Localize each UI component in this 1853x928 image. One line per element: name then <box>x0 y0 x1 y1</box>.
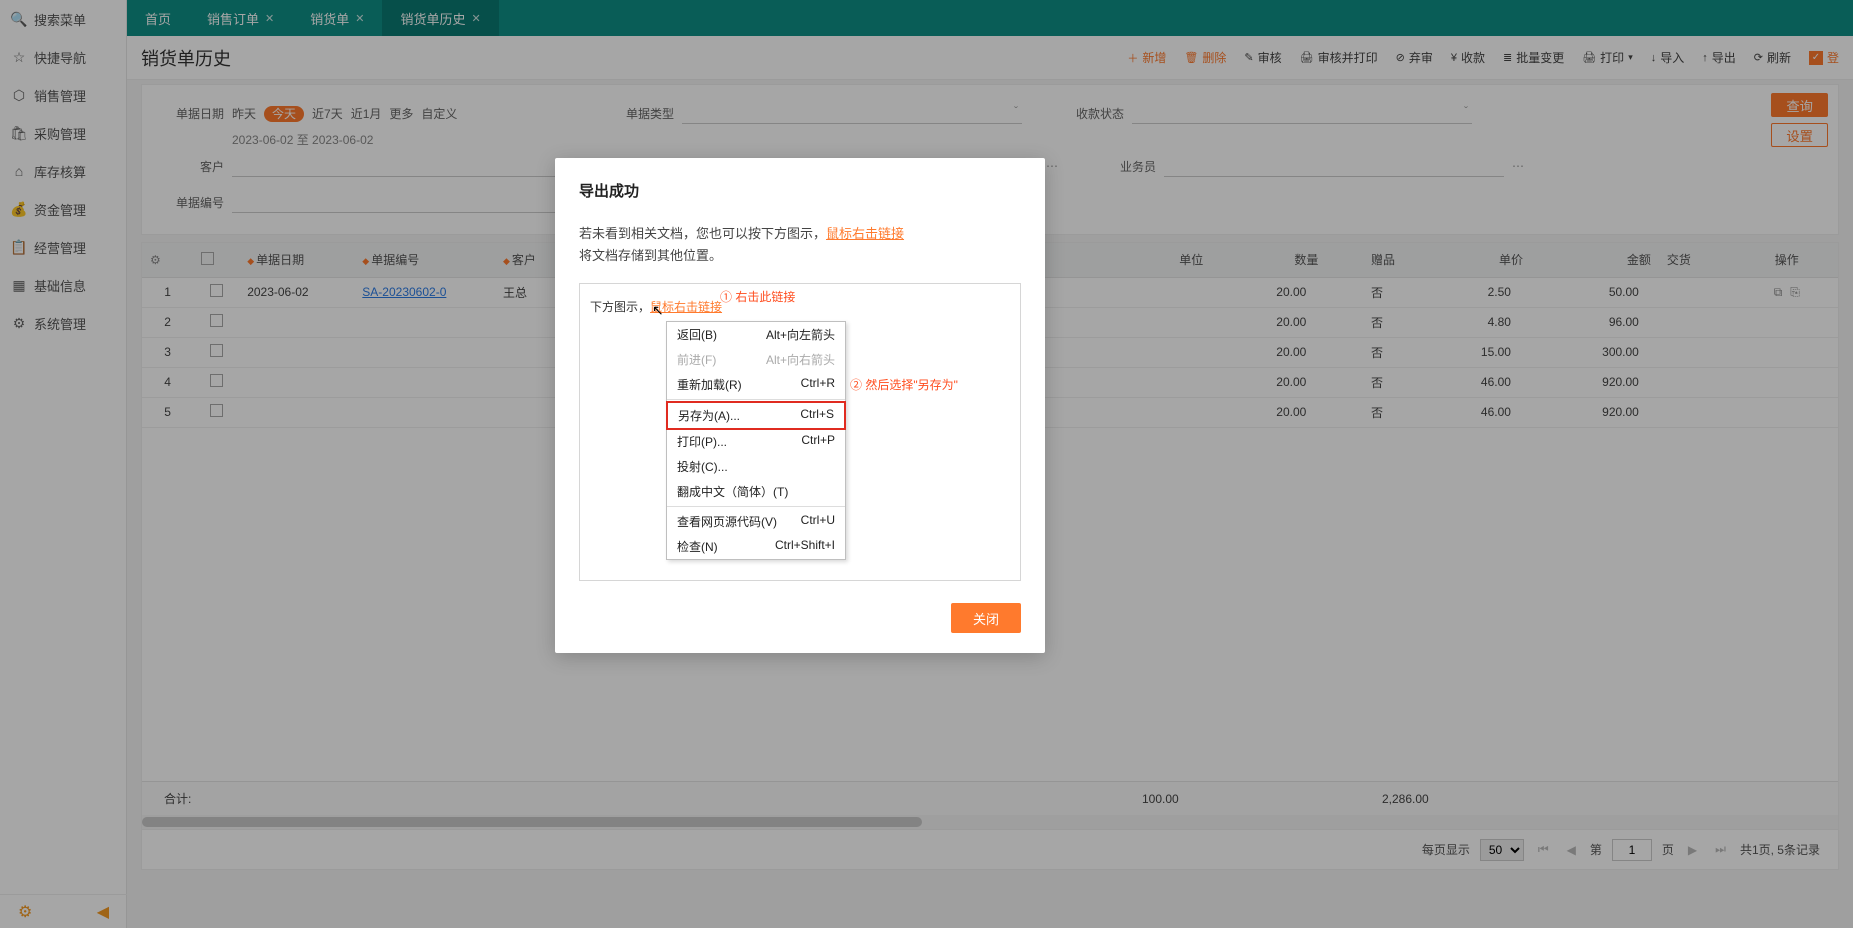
ctx-item: 翻成中文（简体）(T) <box>667 479 845 504</box>
demo-prefix: 下方图示， <box>590 300 650 314</box>
context-menu-demo: 返回(B) Alt+向左箭头前进(F) Alt+向右箭头重新加载(R) Ctrl+R 另… <box>666 321 846 560</box>
cursor-icon: ↖ <box>652 302 664 319</box>
ctx-item: 打印(P)... Ctrl+P <box>667 429 845 454</box>
ctx-item: 另存为(A)... Ctrl+S <box>666 401 846 430</box>
ctx-item: 返回(B) Alt+向左箭头 <box>667 322 845 347</box>
hint-2: ② 然后选择"另存为" <box>850 376 958 393</box>
ctx-label: 打印(P)... <box>677 433 727 450</box>
ctx-item: 检查(N) Ctrl+Shift+I <box>667 534 845 559</box>
modal-rightclick-link[interactable]: 鼠标右击链接 <box>826 226 904 241</box>
ctx-shortcut: Ctrl+Shift+I <box>775 538 835 555</box>
ctx-label: 翻成中文（简体）(T) <box>677 483 788 500</box>
ctx-label: 检查(N) <box>677 538 718 555</box>
ctx-label: 重新加载(R) <box>677 376 742 393</box>
demo-box: ① 右击此链接 下方图示，鼠标右击链接 ↖ 返回(B)Alt+向左箭头前进(F)… <box>579 283 1021 581</box>
ctx-shortcut: Alt+向右箭头 <box>766 351 835 368</box>
ctx-shortcut: Ctrl+U <box>801 513 835 530</box>
modal-text-2: 将文档存储到其他位置。 <box>579 245 1021 267</box>
ctx-shortcut: Ctrl+P <box>801 433 835 450</box>
modal-text-1a: 若未看到相关文档，您也可以按下方图示， <box>579 226 826 241</box>
modal-title: 导出成功 <box>579 180 1021 201</box>
ctx-item: 重新加载(R) Ctrl+R <box>667 372 845 397</box>
hint-1: ① 右击此链接 <box>720 288 795 305</box>
ctx-shortcut: Alt+向左箭头 <box>766 326 835 343</box>
modal-close-button[interactable]: 关闭 <box>951 603 1021 633</box>
ctx-label: 投射(C)... <box>677 458 728 475</box>
ctx-item: 前进(F) Alt+向右箭头 <box>667 347 845 372</box>
ctx-item: 查看网页源代码(V) Ctrl+U <box>667 509 845 534</box>
ctx-label: 返回(B) <box>677 326 717 343</box>
ctx-shortcut: Ctrl+S <box>800 407 834 424</box>
ctx-label: 查看网页源代码(V) <box>677 513 777 530</box>
ctx-label: 另存为(A)... <box>678 407 740 424</box>
ctx-item: 投射(C)... <box>667 454 845 479</box>
export-success-modal: 导出成功 若未看到相关文档，您也可以按下方图示，鼠标右击链接 将文档存储到其他位… <box>555 158 1045 653</box>
ctx-shortcut: Ctrl+R <box>801 376 835 393</box>
ctx-label: 前进(F) <box>677 351 716 368</box>
